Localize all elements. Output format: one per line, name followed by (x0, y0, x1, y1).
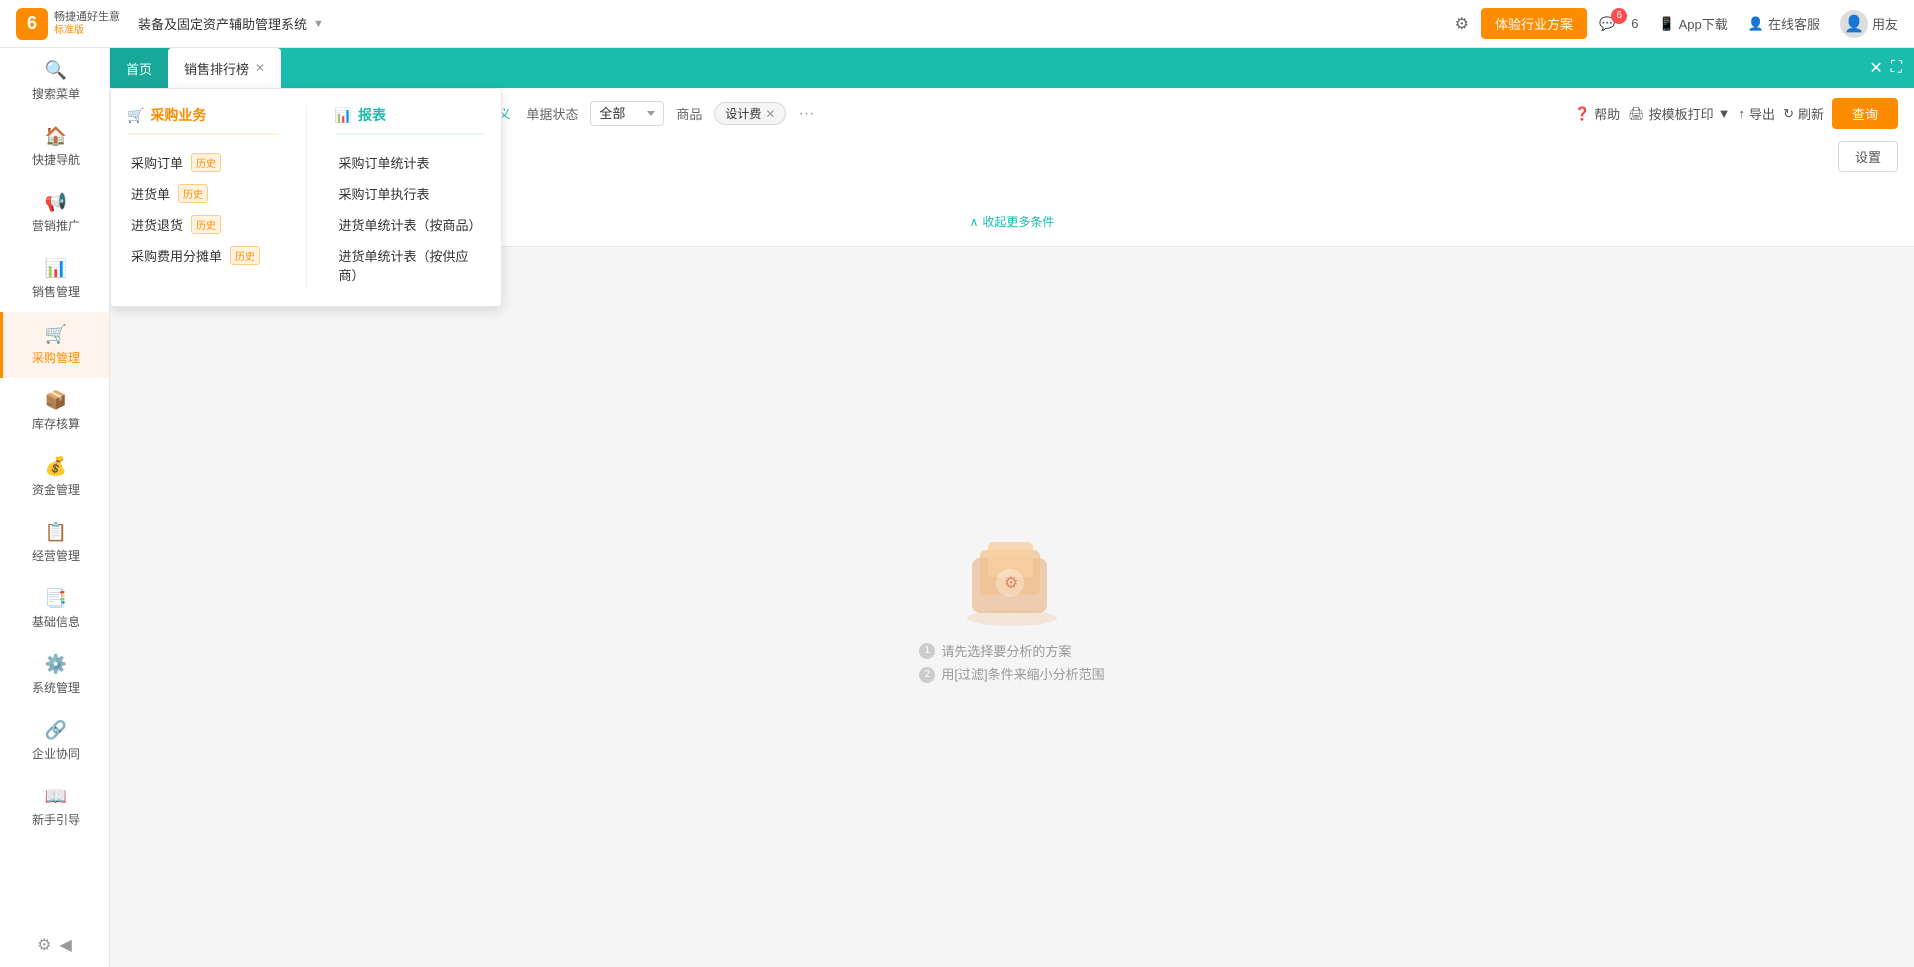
sidebar-item-purchase[interactable]: 🛒 采购管理 (0, 312, 109, 378)
empty-state: ⚙ 1 请先选择要分析的方案 2 用[过滤]条件来缩小分析范围 (919, 528, 1104, 687)
goods-label: 商品 (676, 104, 702, 123)
tab-home[interactable]: 首页 (110, 48, 168, 88)
help-btn[interactable]: ❓ 帮助 (1574, 104, 1620, 123)
dropdown-item-order-exec[interactable]: 采购订单执行表 (335, 178, 486, 209)
report-col-icon: 📊 (335, 107, 352, 124)
operation-icon: 📋 (45, 522, 67, 543)
tab-expand-icon[interactable]: ⛶ (1891, 59, 1902, 77)
empty-icon: ⚙ (952, 528, 1072, 628)
export-btn[interactable]: ↑ 导出 (1739, 104, 1776, 123)
dropdown-item-incoming-goods[interactable]: 进货单统计表（按商品） (335, 209, 486, 240)
dropdown-item-return[interactable]: 进货退货 历史 (127, 209, 278, 240)
dropdown-item-purchase-order[interactable]: 采购订单 历史 (127, 147, 278, 178)
help-icon: ❓ (1574, 106, 1590, 122)
dropdown-item-incoming[interactable]: 进货单 历史 (127, 178, 278, 209)
purchase-col-title: 🛒 采购业务 (127, 105, 278, 135)
system-title: 装备及固定资产辅助管理系统 ▼ (138, 14, 1439, 33)
refresh-btn[interactable]: ↻ 刷新 (1783, 104, 1824, 123)
svg-text:⚙: ⚙ (1004, 575, 1018, 592)
sidebar-item-marketing[interactable]: 📢 营销推广 (0, 180, 109, 246)
headset-icon: 👤 (1748, 16, 1764, 32)
industry-btn[interactable]: 体验行业方案 (1481, 8, 1587, 39)
purchase-col-icon: 🛒 (127, 107, 144, 124)
marketing-icon: 📢 (45, 192, 67, 213)
phone-icon: 📱 (1658, 16, 1674, 32)
user-menu[interactable]: 👤 用友 (1840, 10, 1898, 38)
guide-icon: 📖 (45, 786, 67, 807)
main-content: ⚙ 1 请先选择要分析的方案 2 用[过滤]条件来缩小分析范围 (110, 247, 1914, 967)
notification-btn[interactable]: 💬 6 6 (1599, 16, 1638, 32)
setting-btn[interactable]: 设置 (1838, 141, 1898, 172)
user-avatar: 👤 (1840, 10, 1868, 38)
sidebar-item-quick-nav[interactable]: 🏠 快捷导航 (0, 114, 109, 180)
dropdown-divider (306, 105, 307, 290)
sidebar: 🔍 搜索菜单 🏠 快捷导航 📢 营销推广 📊 销售管理 🛒 采购管理 📦 库存核… (0, 48, 110, 967)
finance-icon: 💰 (45, 456, 67, 477)
logo-icon: 6 (16, 8, 48, 40)
refresh-icon: ↻ (1783, 106, 1794, 122)
sales-icon: 📊 (45, 258, 67, 279)
search-icon: 🔍 (45, 60, 67, 81)
empty-step-1: 1 请先选择要分析的方案 (919, 640, 1104, 663)
tab-bar: 首页 销售排行榜 ✕ ✕ ⛶ (110, 48, 1914, 88)
print-icon: 🖨 (1628, 106, 1645, 122)
purchase-icon: 🛒 (45, 324, 67, 345)
dropdown-purchase-col: 🛒 采购业务 采购订单 历史 进货单 历史 进货退货 历史 (127, 105, 278, 290)
tab-bar-actions: ✕ ⛶ (1869, 58, 1914, 78)
dropdown-item-incoming-supplier[interactable]: 进货单统计表（按供应商） (335, 240, 486, 290)
main-layout: 🔍 搜索菜单 🏠 快捷导航 📢 营销推广 📊 销售管理 🛒 采购管理 📦 库存核… (0, 48, 1914, 967)
tab-close-all-icon[interactable]: ✕ (1869, 58, 1882, 78)
status-select[interactable]: 全部 已审核 未审核 (590, 101, 664, 126)
sidebar-item-finance[interactable]: 💰 资金管理 (0, 444, 109, 510)
query-btn[interactable]: 查询 (1832, 98, 1898, 129)
empty-step-2: 2 用[过滤]条件来缩小分析范围 (919, 663, 1104, 686)
online-service-btn[interactable]: 👤 在线客服 (1748, 14, 1820, 33)
sidebar-collapse-icon[interactable]: ◀ (60, 935, 72, 955)
logo-area: 6 畅捷通好生意 标准版 (16, 8, 126, 40)
toolbar-right: ❓ 帮助 🖨 按模板打印 ▼ ↑ 导出 ↻ 刷新 (1574, 98, 1898, 129)
status-label: 单据状态 (526, 104, 578, 123)
sidebar-item-inventory[interactable]: 📦 库存核算 (0, 378, 109, 444)
sidebar-item-base-info[interactable]: 📑 基础信息 (0, 576, 109, 642)
empty-text: 1 请先选择要分析的方案 2 用[过滤]条件来缩小分析范围 (919, 640, 1104, 687)
content-area: 首页 销售排行榜 ✕ ✕ ⛶ 日期 ~ 近7天 (110, 48, 1914, 967)
inventory-icon: 📦 (45, 390, 67, 411)
logo-text: 畅捷通好生意 标准版 (54, 10, 120, 37)
empty-illustration: ⚙ (952, 528, 1072, 628)
print-chevron-icon: ▼ (1718, 106, 1731, 121)
app-download-btn[interactable]: 📱 App下载 (1658, 14, 1727, 33)
sidebar-item-search[interactable]: 🔍 搜索菜单 (0, 48, 109, 114)
top-nav: 6 畅捷通好生意 标准版 装备及固定资产辅助管理系统 ▼ ⚙ 体验行业方案 💬 … (0, 0, 1914, 48)
goods-tag-close-icon[interactable]: ✕ (765, 107, 775, 121)
dropdown-menu: 🛒 采购业务 采购订单 历史 进货单 历史 进货退货 历史 (110, 88, 502, 307)
system-title-chevron[interactable]: ▼ (313, 18, 324, 30)
goods-tag: 设计费 ✕ (714, 102, 786, 125)
sidebar-item-operation[interactable]: 📋 经营管理 (0, 510, 109, 576)
dropdown-overlay: 🛒 采购业务 采购订单 历史 进货单 历史 进货退货 历史 (110, 88, 502, 307)
goods-ellipsis-icon[interactable]: ··· (798, 105, 814, 123)
system-icon: ⚙️ (45, 654, 67, 675)
print-btn[interactable]: 🖨 按模板打印 ▼ (1628, 104, 1730, 123)
tab-sales-rank[interactable]: 销售排行榜 ✕ (168, 48, 281, 88)
report-col-title: 📊 报表 (335, 105, 486, 135)
top-right: 💬 6 6 📱 App下载 👤 在线客服 👤 用友 (1599, 10, 1898, 38)
gear-icon[interactable]: ⚙ (1455, 14, 1469, 34)
export-icon: ↑ (1739, 106, 1746, 121)
dropdown-item-cost[interactable]: 采购费用分摊单 历史 (127, 240, 278, 271)
sidebar-item-guide[interactable]: 📖 新手引导 (0, 774, 109, 840)
sidebar-settings-icon[interactable]: ⚙ (37, 935, 51, 955)
home-icon: 🏠 (45, 126, 67, 147)
enterprise-icon: 🔗 (45, 720, 67, 741)
sidebar-item-sales[interactable]: 📊 销售管理 (0, 246, 109, 312)
dropdown-report-col: 📊 报表 采购订单统计表 采购订单执行表 进货单统计表（按商品） 进货单统计表（… (335, 105, 486, 290)
tab-close-icon[interactable]: ✕ (255, 61, 265, 75)
base-info-icon: 📑 (45, 588, 67, 609)
collapse-icon: ∧ (970, 215, 979, 229)
dropdown-item-order-stat[interactable]: 采购订单统计表 (335, 147, 486, 178)
sidebar-item-enterprise[interactable]: 🔗 企业协同 (0, 708, 109, 774)
sidebar-item-system[interactable]: ⚙️ 系统管理 (0, 642, 109, 708)
sidebar-bottom: ⚙ ◀ (0, 923, 109, 967)
